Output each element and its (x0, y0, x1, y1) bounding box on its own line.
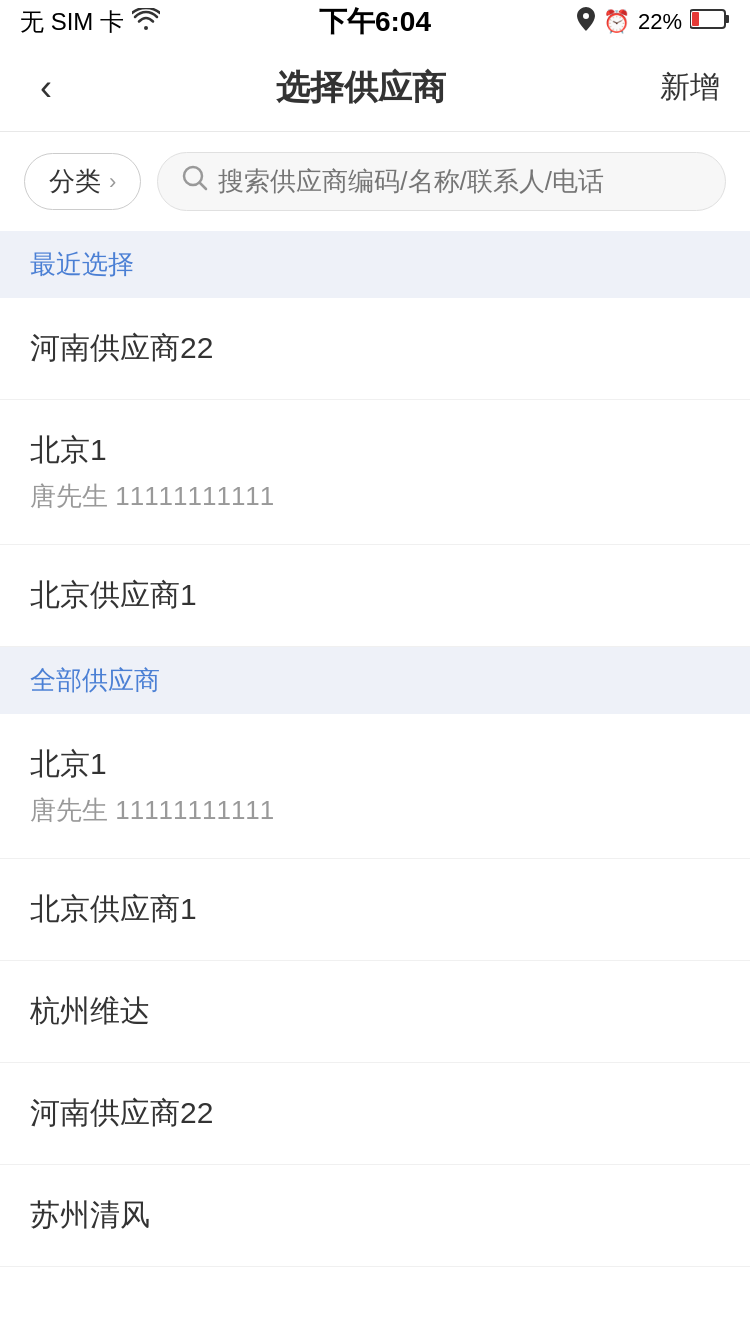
item-name: 北京1 (30, 430, 720, 471)
location-icon (577, 7, 595, 37)
all-list: 北京1 唐先生 11111111111 北京供应商1 杭州维达河南供应商22 苏州清风 (0, 714, 750, 1267)
carrier-text: 无 SIM 卡 (20, 6, 124, 38)
chevron-right-icon: › (109, 169, 116, 195)
add-button[interactable]: 新增 (660, 67, 720, 108)
list-item[interactable]: 苏州清风 (0, 1165, 750, 1267)
wifi-icon (132, 8, 160, 36)
item-name: 北京供应商1 (30, 575, 720, 616)
category-button[interactable]: 分类 › (24, 153, 141, 210)
status-left: 无 SIM 卡 (20, 6, 160, 38)
item-name: 河南供应商22 (30, 1093, 720, 1134)
all-section-label: 全部供应商 (30, 665, 160, 695)
item-name: 河南供应商22 (30, 328, 720, 369)
list-item[interactable]: 河南供应商22 (0, 1063, 750, 1165)
search-icon (182, 165, 208, 198)
search-box[interactable] (157, 152, 726, 211)
status-time: 下午6:04 (319, 3, 431, 41)
search-input[interactable] (218, 166, 701, 197)
item-name: 杭州维达 (30, 991, 720, 1032)
filter-bar: 分类 › (0, 132, 750, 231)
all-section-header: 全部供应商 (0, 647, 750, 714)
status-bar: 无 SIM 卡 下午6:04 ⏰ 22% (0, 0, 750, 44)
list-item[interactable]: 杭州维达 (0, 961, 750, 1063)
item-name: 北京供应商1 (30, 889, 720, 930)
list-item[interactable]: 北京1 唐先生 11111111111 (0, 714, 750, 859)
svg-line-4 (200, 183, 207, 190)
battery-icon (690, 8, 730, 36)
list-item[interactable]: 北京1 唐先生 11111111111 (0, 400, 750, 545)
battery-text: 22% (638, 9, 682, 35)
recent-section-header: 最近选择 (0, 231, 750, 298)
svg-rect-2 (692, 12, 699, 26)
status-right: ⏰ 22% (577, 7, 730, 37)
list-item[interactable]: 河南供应商22 (0, 298, 750, 400)
svg-rect-1 (725, 15, 729, 23)
back-button[interactable]: ‹ (30, 57, 62, 119)
item-sub: 唐先生 11111111111 (30, 793, 720, 828)
nav-bar: ‹ 选择供应商 新增 (0, 44, 750, 132)
page-title: 选择供应商 (276, 65, 446, 111)
recent-section-label: 最近选择 (30, 249, 134, 279)
recent-list: 河南供应商22 北京1 唐先生 11111111111 北京供应商1 (0, 298, 750, 647)
item-name: 苏州清风 (30, 1195, 720, 1236)
item-sub: 唐先生 11111111111 (30, 479, 720, 514)
category-label: 分类 (49, 164, 101, 199)
alarm-icon: ⏰ (603, 9, 630, 35)
list-item[interactable]: 北京供应商1 (0, 545, 750, 647)
list-item[interactable]: 北京供应商1 (0, 859, 750, 961)
item-name: 北京1 (30, 744, 720, 785)
